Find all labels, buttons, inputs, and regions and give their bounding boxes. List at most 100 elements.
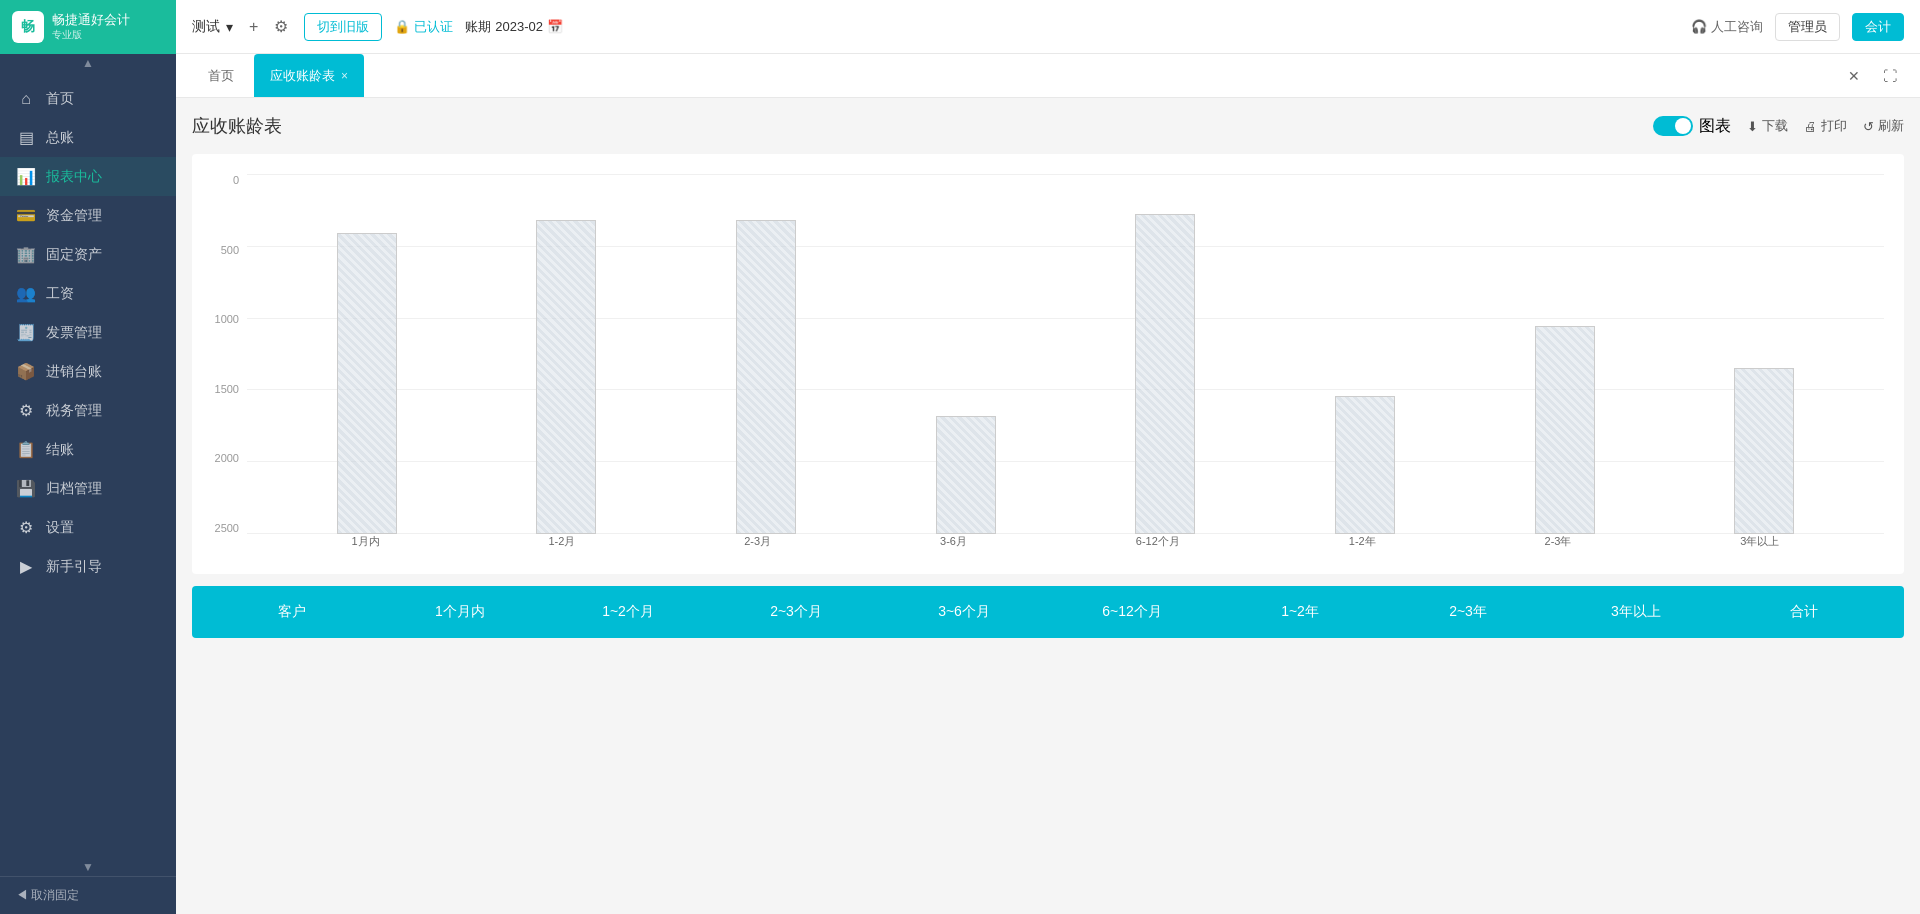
download-button[interactable]: ⬇ 下载 — [1747, 117, 1788, 135]
sidebar-item-home[interactable]: ⌂ 首页 — [0, 80, 176, 118]
sidebar-item-wages[interactable]: 👥工资 — [0, 274, 176, 313]
project-selector[interactable]: 测试 ▾ — [192, 18, 233, 36]
y-label: 0 — [212, 174, 239, 186]
sidebar-label-settings: 设置 — [46, 519, 74, 537]
y-label: 1500 — [212, 383, 239, 395]
main-area: 测试 ▾ + ⚙ 切到旧版 🔒 已认证 账期 2023-02 📅 🎧 人工咨询 … — [176, 0, 1920, 914]
topbar: 测试 ▾ + ⚙ 切到旧版 🔒 已认证 账期 2023-02 📅 🎧 人工咨询 … — [176, 0, 1920, 54]
table-header-cell: 客户 — [208, 603, 376, 621]
y-label: 500 — [212, 244, 239, 256]
bars-row — [247, 174, 1884, 534]
logo-sub: 专业版 — [52, 28, 130, 42]
bar-group — [1734, 368, 1794, 534]
print-button[interactable]: 🖨 打印 — [1804, 117, 1847, 135]
bars-area: 1月内1-2月2-3月3-6月6-12个月1-2年2-3年3年以上 — [247, 174, 1884, 554]
consult-button[interactable]: 🎧 人工咨询 — [1691, 18, 1763, 36]
sidebar-icon-reports: 📊 — [16, 167, 36, 186]
page-actions: 图表 ⬇ 下载 🖨 打印 ↺ 刷新 — [1653, 116, 1904, 137]
chart-wrap: 25002000150010005000 1月内1-2月2-3月3-6月6-12… — [212, 174, 1884, 554]
period-selector[interactable]: 账期 2023-02 📅 — [465, 18, 563, 36]
refresh-button[interactable]: ↺ 刷新 — [1863, 117, 1904, 135]
y-label: 2000 — [212, 452, 239, 464]
sidebar-item-funds[interactable]: 💳 资金管理 — [0, 196, 176, 235]
page-title: 应收账龄表 — [192, 114, 282, 138]
tab-home[interactable]: 首页 — [192, 54, 250, 97]
table-header-cell: 3年以上 — [1552, 603, 1720, 621]
sidebar-item-guide[interactable]: ▶新手引导 — [0, 547, 176, 586]
table-header-cell: 1~2年 — [1216, 603, 1384, 621]
table-header-cell: 3~6个月 — [880, 603, 1048, 621]
x-labels: 1月内1-2月2-3月3-6月6-12个月1-2年2-3年3年以上 — [247, 534, 1884, 554]
bar-group — [1335, 396, 1395, 534]
x-label: 1-2月 — [548, 534, 575, 554]
x-label: 1-2年 — [1349, 534, 1376, 554]
add-button[interactable]: + — [245, 14, 262, 40]
bar — [936, 416, 996, 534]
bar-group — [337, 233, 397, 534]
x-label: 6-12个月 — [1136, 534, 1180, 554]
tab-home-label: 首页 — [208, 67, 234, 85]
sidebar-label-home: 首页 — [46, 90, 74, 108]
y-axis: 25002000150010005000 — [212, 174, 247, 554]
sidebar-label-settle: 结账 — [46, 441, 74, 459]
unpin-sidebar-button[interactable]: ◀ 取消固定 — [0, 876, 176, 914]
sidebar-item-reports[interactable]: 📊报表中心 — [0, 157, 176, 196]
consult-icon: 🎧 — [1691, 19, 1707, 34]
maximize-window-button[interactable]: ⛶ — [1876, 62, 1904, 90]
sidebar-item-ledger[interactable]: ▤总账 — [0, 118, 176, 157]
sidebar-icon-assets: 🏢 — [16, 245, 36, 264]
sidebar-icon-home: ⌂ — [16, 90, 36, 108]
table-header: 客户1个月内1~2个月2~3个月3~6个月6~12个月1~2年2~3年3年以上合… — [192, 586, 1904, 638]
project-name: 测试 — [192, 18, 220, 36]
tab-receivable[interactable]: 应收账龄表 × — [254, 54, 364, 97]
y-label: 1000 — [212, 313, 239, 325]
topbar-right: 🎧 人工咨询 管理员 会计 — [1691, 13, 1904, 41]
sidebar-icon-sales: 📦 — [16, 362, 36, 381]
x-label: 3-6月 — [940, 534, 967, 554]
sidebar-scroll-up[interactable]: ▲ — [0, 54, 176, 72]
calendar-icon: 📅 — [547, 19, 563, 34]
sidebar-icon-tax: ⚙ — [16, 401, 36, 420]
content-area: 应收账龄表 图表 ⬇ 下载 🖨 打印 ↺ 刷新 — [176, 98, 1920, 914]
sidebar-item-assets[interactable]: 🏢固定资产 — [0, 235, 176, 274]
x-label: 2-3月 — [744, 534, 771, 554]
sidebar-icon-funds: 💳 — [16, 206, 36, 225]
sidebar-label-archive: 归档管理 — [46, 480, 102, 498]
table-header-cell: 1个月内 — [376, 603, 544, 621]
logo-icon: 畅 — [12, 11, 44, 43]
refresh-icon: ↺ — [1863, 119, 1874, 134]
consult-label: 人工咨询 — [1711, 18, 1763, 36]
switch-version-button[interactable]: 切到旧版 — [304, 13, 382, 41]
topbar-actions: + ⚙ — [245, 13, 292, 40]
sidebar-item-sales[interactable]: 📦进销台账 — [0, 352, 176, 391]
sidebar-item-settings[interactable]: ⚙ 设置 — [0, 508, 176, 547]
window-controls: ✕ ⛶ — [1840, 62, 1904, 90]
download-icon: ⬇ — [1747, 119, 1758, 134]
sidebar-item-archive[interactable]: 💾归档管理 — [0, 469, 176, 508]
table-header-cell: 2~3个月 — [712, 603, 880, 621]
sidebar-item-tax[interactable]: ⚙税务管理 — [0, 391, 176, 430]
chart-toggle[interactable] — [1653, 116, 1693, 136]
sidebar-icon-wages: 👥 — [16, 284, 36, 303]
dropdown-icon: ▾ — [226, 19, 233, 35]
sidebar-icon-settle: 📋 — [16, 440, 36, 459]
sidebar-scroll-down[interactable]: ▼ — [0, 858, 176, 876]
chart-toggle-wrap: 图表 — [1653, 116, 1731, 137]
tab-close-icon[interactable]: × — [341, 69, 348, 83]
certified-label: 已认证 — [414, 18, 453, 36]
sidebar-item-invoice[interactable]: 🧾发票管理 — [0, 313, 176, 352]
tabbar: 首页 应收账龄表 × ✕ ⛶ — [176, 54, 1920, 98]
settings-icon[interactable]: ⚙ — [270, 13, 292, 40]
sidebar-label-funds: 资金管理 — [46, 207, 102, 225]
certified-status: 🔒 已认证 — [394, 18, 453, 36]
x-label: 2-3年 — [1545, 534, 1572, 554]
x-label: 3年以上 — [1740, 534, 1779, 554]
bar-group — [1135, 214, 1195, 534]
sidebar-nav: ⌂首页▤总账📊报表中心💳资金管理🏢固定资产👥工资🧾发票管理📦进销台账⚙税务管理📋… — [0, 72, 176, 858]
close-window-button[interactable]: ✕ — [1840, 62, 1868, 90]
manager-role-button[interactable]: 管理员 — [1775, 13, 1840, 41]
bar — [736, 220, 796, 534]
sidebar-item-settle[interactable]: 📋 结账 — [0, 430, 176, 469]
accountant-role-button[interactable]: 会计 — [1852, 13, 1904, 41]
sidebar-icon-settings: ⚙ — [16, 518, 36, 537]
